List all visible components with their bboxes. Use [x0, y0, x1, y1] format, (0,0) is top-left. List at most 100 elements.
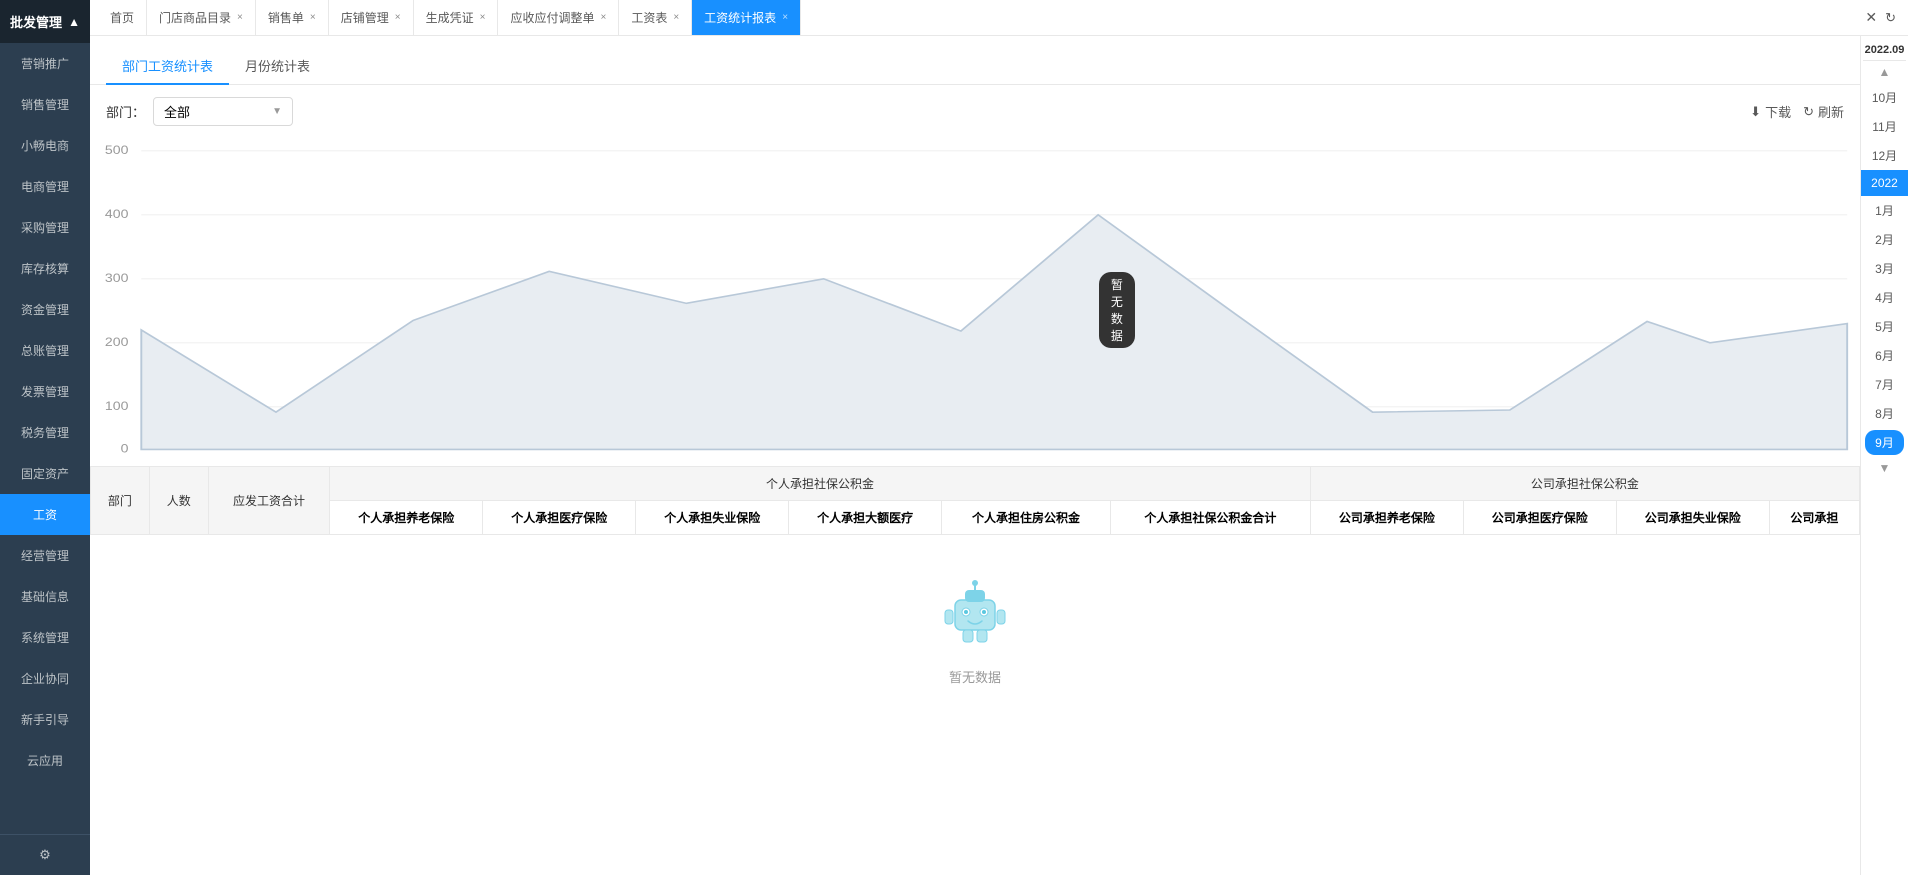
th-count: 人数	[149, 467, 208, 535]
th-personal-medical: 个人承担医疗保险	[483, 501, 636, 535]
main-area: 首页门店商品目录×销售单×店铺管理×生成凭证×应收应付调整单×工资表×工资统计报…	[90, 0, 1908, 875]
tab-label-catalog: 门店商品目录	[159, 9, 231, 26]
time-panel-item-12[interactable]: 12月	[1861, 141, 1908, 170]
settings-icon: ⚙	[39, 847, 51, 862]
time-panel-nav-down[interactable]: ▼	[1861, 457, 1908, 479]
th-personal-major-medical: 个人承担大额医疗	[789, 501, 942, 535]
time-panel-item-5[interactable]: 5月	[1861, 312, 1908, 341]
sidebar: 批发管理 ▲ 营销推广销售管理小畅电商电商管理采购管理库存核算资金管理总账管理发…	[0, 0, 90, 875]
time-panel-item-2[interactable]: 2月	[1861, 225, 1908, 254]
chart-tooltip-text: 暂无数据	[1111, 278, 1123, 343]
sidebar-item-invoice[interactable]: 发票管理	[0, 371, 90, 412]
sidebar-item-guide[interactable]: 新手引导	[0, 699, 90, 740]
time-panel-item-7[interactable]: 7月	[1861, 370, 1908, 399]
download-button[interactable]: ⬇ 下载	[1750, 102, 1791, 121]
sidebar-item-system[interactable]: 系统管理	[0, 617, 90, 658]
refresh-button[interactable]: ↻ 刷新	[1803, 102, 1844, 121]
time-panel-item-6[interactable]: 6月	[1861, 341, 1908, 370]
time-panel-item-3[interactable]: 3月	[1861, 254, 1908, 283]
sidebar-item-purchase[interactable]: 采购管理	[0, 207, 90, 248]
sidebar-title: 批发管理	[10, 12, 62, 31]
tab-receivable[interactable]: 应收应付调整单 ×	[498, 0, 619, 35]
empty-robot-icon	[935, 575, 1015, 655]
tab-production[interactable]: 生成凭证 ×	[414, 0, 499, 35]
svg-text:400: 400	[105, 207, 129, 221]
dept-label: 部门：	[106, 102, 145, 121]
tab-close-payroll-table[interactable]: ×	[673, 12, 679, 23]
sidebar-item-ledger[interactable]: 总账管理	[0, 330, 90, 371]
tab-label-production: 生成凭证	[426, 9, 474, 26]
tab-close-store-mgmt[interactable]: ×	[395, 12, 401, 23]
tab-bar-end: ✕ ↻	[1865, 9, 1900, 26]
sub-tab-dept[interactable]: 部门工资统计表	[106, 48, 229, 85]
tab-label-store-mgmt: 店铺管理	[341, 9, 389, 26]
time-panel-current: 2022.09	[1863, 36, 1907, 61]
sidebar-item-ecommerce-small[interactable]: 小畅电商	[0, 125, 90, 166]
tab-close-payroll-report[interactable]: ×	[782, 12, 788, 23]
toolbar-row: 部门： 全部 ▼ ⬇ 下载 ↻ 刷新	[90, 85, 1860, 138]
th-personal-total: 个人承担社保公积金合计	[1110, 501, 1310, 535]
th-personal-housing: 个人承担住房公积金	[942, 501, 1111, 535]
th-company-unemployment: 公司承担失业保险	[1616, 501, 1769, 535]
tab-label-receivable: 应收应付调整单	[510, 9, 594, 26]
tab-store-mgmt[interactable]: 店铺管理 ×	[329, 0, 414, 35]
sidebar-item-ops[interactable]: 经营管理	[0, 535, 90, 576]
time-panel-year-2022[interactable]: 2022	[1861, 170, 1908, 196]
dept-select-value: 全部	[164, 102, 190, 121]
tab-close-catalog[interactable]: ×	[237, 12, 243, 23]
sidebar-item-cloud[interactable]: 云应用	[0, 740, 90, 781]
empty-state-text: 暂无数据	[949, 667, 1001, 686]
svg-text:0: 0	[121, 442, 129, 456]
sidebar-item-enterprise[interactable]: 企业协同	[0, 658, 90, 699]
tab-close-receivable[interactable]: ×	[600, 12, 606, 23]
sidebar-item-marketing[interactable]: 营销推广	[0, 43, 90, 84]
tab-payroll-report[interactable]: 工资统计报表 ×	[692, 0, 801, 35]
sidebar-item-assets[interactable]: 固定资产	[0, 453, 90, 494]
time-panel-item-10[interactable]: 10月	[1861, 83, 1908, 112]
sidebar-item-inventory[interactable]: 库存核算	[0, 248, 90, 289]
time-panel-nav-up[interactable]: ▲	[1861, 61, 1908, 83]
refresh-tab-button[interactable]: ↻	[1885, 10, 1896, 26]
tab-label-payroll-table: 工资表	[631, 9, 667, 26]
table-area: 部门 人数 应发工资合计 个人承担社保公积金 公司承担社保公积金 个人承担养老保…	[90, 466, 1860, 875]
refresh-icon: ↻	[1803, 104, 1814, 120]
tab-catalog[interactable]: 门店商品目录 ×	[147, 0, 256, 35]
sidebar-header: 批发管理 ▲	[0, 0, 90, 43]
sidebar-item-payroll[interactable]: 工资	[0, 494, 90, 535]
sidebar-item-basic[interactable]: 基础信息	[0, 576, 90, 617]
tab-payroll-table[interactable]: 工资表 ×	[619, 0, 692, 35]
th-personal-unemployment: 个人承担失业保险	[636, 501, 789, 535]
tab-label-payroll-report: 工资统计报表	[704, 9, 776, 26]
close-all-button[interactable]: ✕	[1865, 9, 1877, 26]
svg-text:200: 200	[105, 335, 129, 349]
sidebar-item-ecommerce[interactable]: 电商管理	[0, 166, 90, 207]
empty-state: 暂无数据	[90, 535, 1860, 706]
sidebar-settings[interactable]: ⚙	[0, 834, 90, 875]
time-panel-item-11[interactable]: 11月	[1861, 112, 1908, 141]
time-panel-item-4[interactable]: 4月	[1861, 283, 1908, 312]
tab-label-home: 首页	[110, 9, 134, 26]
th-total-salary: 应发工资合计	[208, 467, 330, 535]
chart-tooltip: 暂无数据	[1099, 272, 1135, 348]
sub-tab-month[interactable]: 月份统计表	[229, 48, 326, 85]
content-area: 部门工资统计表月份统计表 部门： 全部 ▼ ⬇ 下载 ↻	[90, 36, 1908, 875]
th-personal-social: 个人承担社保公积金	[330, 467, 1311, 501]
time-panel-item-1[interactable]: 1月	[1861, 196, 1908, 225]
toolbar-right: ⬇ 下载 ↻ 刷新	[1750, 102, 1844, 121]
sidebar-item-sales[interactable]: 销售管理	[0, 84, 90, 125]
tab-close-sales-order[interactable]: ×	[310, 12, 316, 23]
dept-select[interactable]: 全部 ▼	[153, 97, 293, 126]
refresh-label: 刷新	[1818, 102, 1844, 121]
sidebar-toggle-icon[interactable]: ▲	[68, 15, 80, 29]
tab-sales-order[interactable]: 销售单×	[256, 0, 329, 35]
tabs-container: 首页门店商品目录×销售单×店铺管理×生成凭证×应收应付调整单×工资表×工资统计报…	[98, 0, 801, 35]
sidebar-item-tax[interactable]: 税务管理	[0, 412, 90, 453]
download-icon: ⬇	[1750, 104, 1761, 120]
time-panel-month-9[interactable]: 9月	[1865, 430, 1904, 455]
sub-tabs: 部门工资统计表月份统计表	[90, 36, 1860, 85]
tab-home[interactable]: 首页	[98, 0, 147, 35]
tab-close-production[interactable]: ×	[480, 12, 486, 23]
time-panel-item-8[interactable]: 8月	[1861, 399, 1908, 428]
sidebar-item-finance[interactable]: 资金管理	[0, 289, 90, 330]
th-company-medical: 公司承担医疗保险	[1463, 501, 1616, 535]
